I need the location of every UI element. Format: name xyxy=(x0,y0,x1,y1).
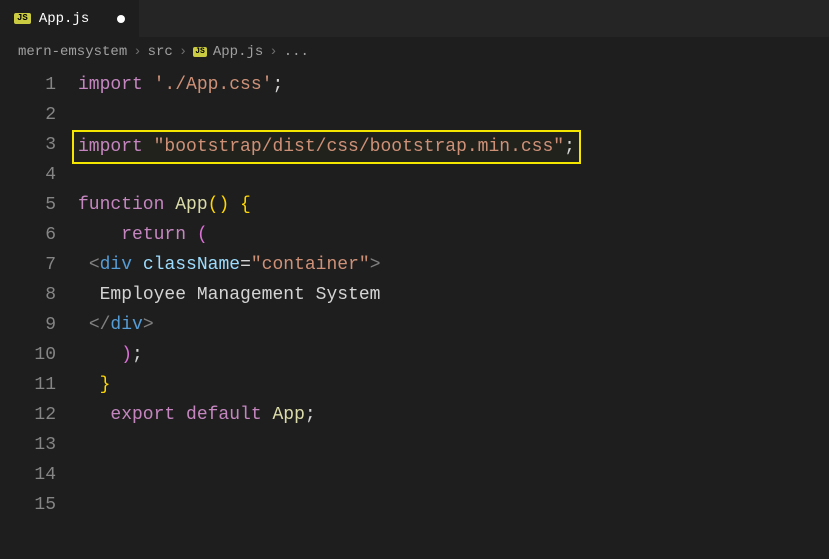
tab-filename: App.js xyxy=(39,11,89,27)
chevron-right-icon: › xyxy=(133,44,141,60)
line-number: 12 xyxy=(0,400,56,430)
line-number: 8 xyxy=(0,280,56,310)
code-line xyxy=(78,160,829,190)
line-number: 5 xyxy=(0,190,56,220)
code-line: </div> xyxy=(78,310,829,340)
breadcrumb-tail: ... xyxy=(284,44,309,60)
line-number: 4 xyxy=(0,160,56,190)
line-number-gutter: 1 2 3 4 5 6 7 8 9 10 11 12 13 14 15 xyxy=(0,70,78,520)
line-number: 14 xyxy=(0,460,56,490)
highlighted-line: import "bootstrap/dist/css/bootstrap.min… xyxy=(72,130,581,164)
breadcrumb-file[interactable]: App.js xyxy=(213,44,263,60)
code-line xyxy=(78,490,829,520)
line-number: 13 xyxy=(0,430,56,460)
code-content[interactable]: import './App.css'; import "bootstrap/di… xyxy=(78,70,829,520)
dirty-indicator-icon xyxy=(117,15,125,23)
code-line xyxy=(78,100,829,130)
code-line xyxy=(78,430,829,460)
chevron-right-icon: › xyxy=(179,44,187,60)
tab-bar: JS App.js xyxy=(0,0,829,38)
js-file-icon: JS xyxy=(193,47,207,57)
tab-app-js[interactable]: JS App.js xyxy=(0,0,140,37)
breadcrumb: mern-emsystem › src › JS App.js › ... xyxy=(0,38,829,66)
chevron-right-icon: › xyxy=(269,44,277,60)
code-line: export default App; xyxy=(78,400,829,430)
line-number: 6 xyxy=(0,220,56,250)
breadcrumb-part[interactable]: mern-emsystem xyxy=(18,44,127,60)
code-editor[interactable]: 1 2 3 4 5 6 7 8 9 10 11 12 13 14 15 impo… xyxy=(0,66,829,520)
code-line: function App() { xyxy=(78,190,829,220)
code-line: ); xyxy=(78,340,829,370)
line-number: 11 xyxy=(0,370,56,400)
code-line: <div className="container"> xyxy=(78,250,829,280)
code-line: } xyxy=(78,370,829,400)
line-number: 15 xyxy=(0,490,56,520)
code-line: return ( xyxy=(78,220,829,250)
line-number: 3 xyxy=(0,130,56,160)
breadcrumb-part[interactable]: src xyxy=(148,44,173,60)
line-number: 2 xyxy=(0,100,56,130)
line-number: 7 xyxy=(0,250,56,280)
js-file-icon: JS xyxy=(14,13,31,24)
code-line xyxy=(78,460,829,490)
code-line: Employee Management System xyxy=(78,280,829,310)
line-number: 9 xyxy=(0,310,56,340)
line-number: 10 xyxy=(0,340,56,370)
code-line: import "bootstrap/dist/css/bootstrap.min… xyxy=(78,130,829,160)
code-line: import './App.css'; xyxy=(78,70,829,100)
line-number: 1 xyxy=(0,70,56,100)
